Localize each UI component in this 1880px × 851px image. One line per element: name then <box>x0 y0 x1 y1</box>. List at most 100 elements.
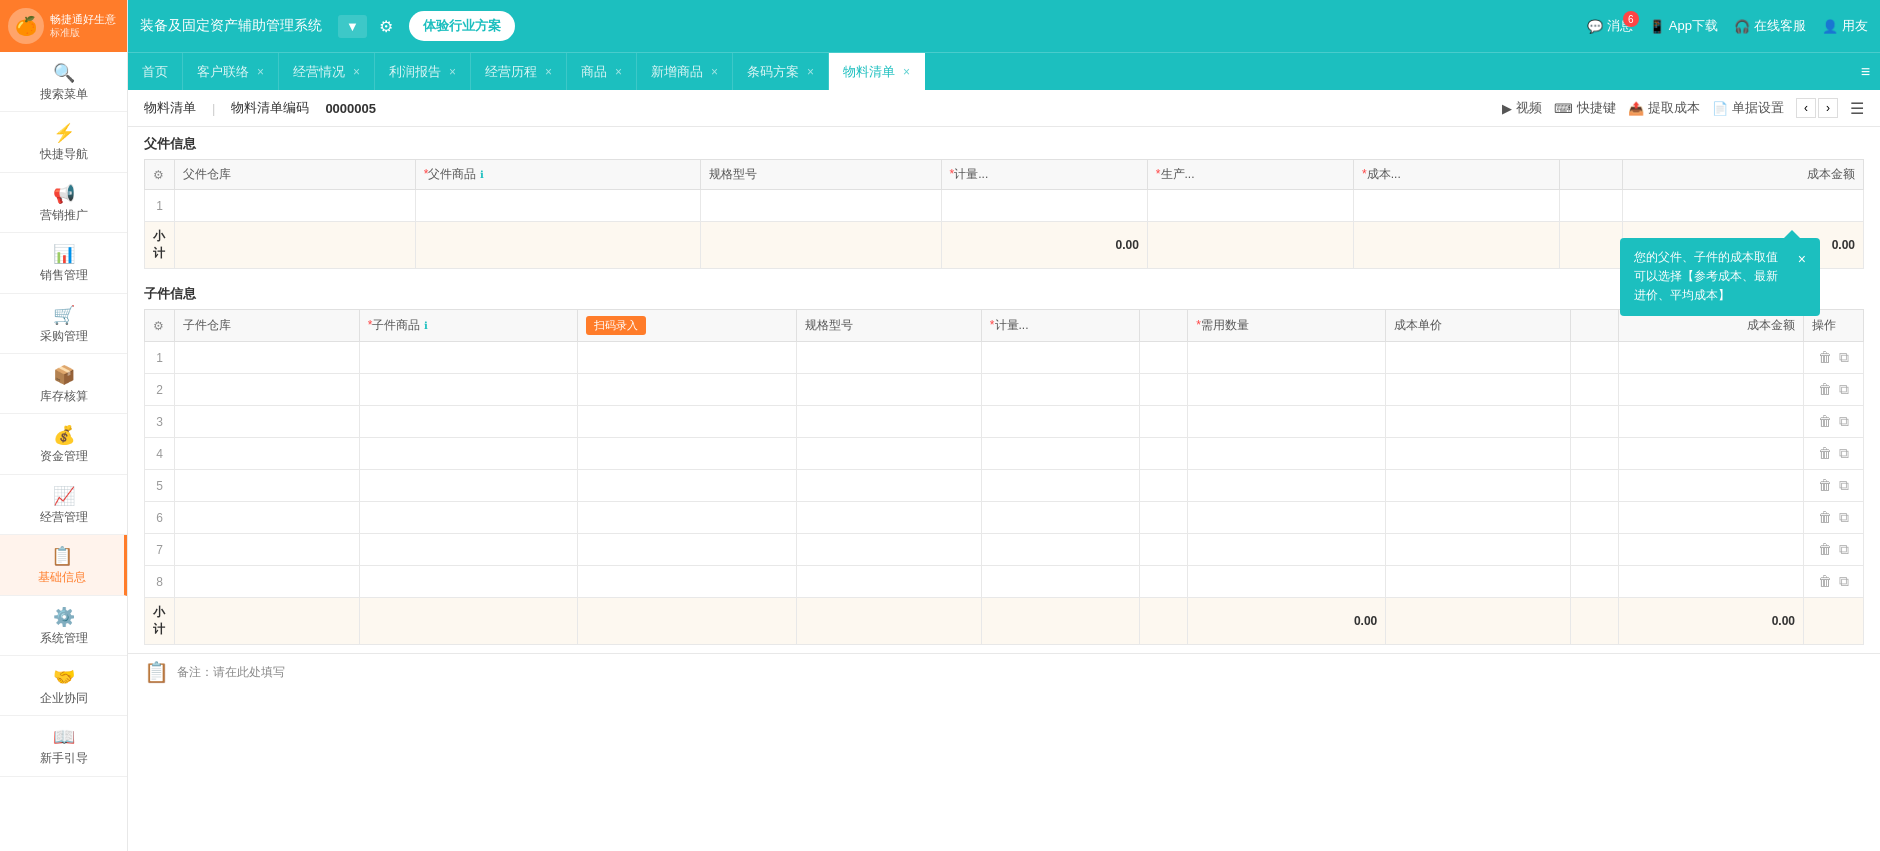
delete-row-8-button[interactable]: 🗑 <box>1818 573 1832 589</box>
settings-icon[interactable]: ⚙ <box>153 168 164 182</box>
copy-row-8-button[interactable]: ⧉ <box>1839 573 1849 589</box>
sidebar-item-sales[interactable]: 📊 销售管理 <box>0 233 127 293</box>
sidebar-item-collab[interactable]: 🤝 企业协同 <box>0 656 127 716</box>
sidebar-item-operations[interactable]: 📈 经营管理 <box>0 475 127 535</box>
tab-profit[interactable]: 利润报告 × <box>375 53 471 91</box>
child-row-6-warehouse[interactable] <box>175 502 360 534</box>
copy-row-3-button[interactable]: ⧉ <box>1839 413 1849 429</box>
online-service-button[interactable]: 🎧 在线客服 <box>1734 17 1806 35</box>
child-row-8-unit[interactable] <box>981 566 1139 598</box>
user-button[interactable]: 👤 用友 <box>1822 17 1868 35</box>
system-dropdown-button[interactable]: ▼ <box>338 15 367 38</box>
child-row-6-spec[interactable] <box>797 502 982 534</box>
child-row-6-unit-cost[interactable] <box>1386 502 1571 534</box>
child-row-6-qty[interactable] <box>1188 502 1386 534</box>
delete-row-1-button[interactable]: 🗑 <box>1818 349 1832 365</box>
message-button[interactable]: 💬 消息 6 <box>1587 17 1633 35</box>
copy-row-7-button[interactable]: ⧉ <box>1839 541 1849 557</box>
child-row-3-warehouse[interactable] <box>175 406 360 438</box>
child-row-1-warehouse[interactable] <box>175 342 360 374</box>
child-row-2-unit[interactable] <box>981 374 1139 406</box>
child-row-1-unit-cost[interactable] <box>1386 342 1571 374</box>
tab-goods-close[interactable]: × <box>615 65 622 79</box>
shortcut-button[interactable]: ⌨ 快捷键 <box>1554 99 1616 117</box>
child-row-3-unit-cost[interactable] <box>1386 406 1571 438</box>
delete-row-4-button[interactable]: 🗑 <box>1818 445 1832 461</box>
tooltip-close-button[interactable]: × <box>1798 248 1806 270</box>
child-row-7-warehouse[interactable] <box>175 534 360 566</box>
child-product-info-icon[interactable]: ℹ <box>424 320 428 331</box>
parent-row-1-warehouse[interactable] <box>175 190 416 222</box>
experience-button[interactable]: 体验行业方案 <box>409 11 515 41</box>
child-row-6-unit[interactable] <box>981 502 1139 534</box>
child-row-7-qty[interactable] <box>1188 534 1386 566</box>
sidebar-item-marketing[interactable]: 📢 营销推广 <box>0 173 127 233</box>
extract-cost-button[interactable]: 📤 提取成本 <box>1628 99 1700 117</box>
child-row-2-spec[interactable] <box>797 374 982 406</box>
tab-goods[interactable]: 商品 × <box>567 53 637 91</box>
tab-home[interactable]: 首页 <box>128 53 183 91</box>
child-row-4-qty[interactable] <box>1188 438 1386 470</box>
parent-row-1-cost[interactable] <box>1354 190 1560 222</box>
child-row-1-unit[interactable] <box>981 342 1139 374</box>
child-row-4-product[interactable] <box>359 438 578 470</box>
child-row-1-spec[interactable] <box>797 342 982 374</box>
tab-addgoods[interactable]: 新增商品 × <box>637 53 733 91</box>
child-row-8-unit-cost[interactable] <box>1386 566 1571 598</box>
delete-row-5-button[interactable]: 🗑 <box>1818 477 1832 493</box>
tab-addgoods-close[interactable]: × <box>711 65 718 79</box>
sidebar-item-purchase[interactable]: 🛒 采购管理 <box>0 294 127 354</box>
child-row-7-unit-cost[interactable] <box>1386 534 1571 566</box>
sidebar-item-search[interactable]: 🔍 搜索菜单 <box>0 52 127 112</box>
menu-icon[interactable]: ☰ <box>1850 99 1864 118</box>
child-row-2-product[interactable] <box>359 374 578 406</box>
parent-row-1-unit[interactable] <box>941 190 1147 222</box>
parent-col-settings[interactable]: ⚙ <box>145 160 175 190</box>
app-download-button[interactable]: 📱 App下载 <box>1649 17 1718 35</box>
child-row-3-spec[interactable] <box>797 406 982 438</box>
child-row-4-spec[interactable] <box>797 438 982 470</box>
delete-row-7-button[interactable]: 🗑 <box>1818 541 1832 557</box>
parent-row-1-product[interactable] <box>415 190 700 222</box>
tab-customer[interactable]: 客户联络 × <box>183 53 279 91</box>
child-row-7-spec[interactable] <box>797 534 982 566</box>
child-col-settings[interactable]: ⚙ <box>145 310 175 342</box>
sidebar-item-guide[interactable]: 📖 新手引导 <box>0 716 127 776</box>
prev-record-button[interactable]: ‹ <box>1796 98 1816 118</box>
child-row-4-unit[interactable] <box>981 438 1139 470</box>
next-record-button[interactable]: › <box>1818 98 1838 118</box>
sidebar-item-system[interactable]: ⚙️ 系统管理 <box>0 596 127 656</box>
child-row-5-spec[interactable] <box>797 470 982 502</box>
tab-customer-close[interactable]: × <box>257 65 264 79</box>
close-all-tabs-button[interactable]: ≡ <box>1851 63 1880 81</box>
child-row-5-unit-cost[interactable] <box>1386 470 1571 502</box>
sidebar-item-quicknav[interactable]: ⚡ 快捷导航 <box>0 112 127 172</box>
delete-row-6-button[interactable]: 🗑 <box>1818 509 1832 525</box>
sidebar-item-finance[interactable]: 💰 资金管理 <box>0 414 127 474</box>
copy-row-5-button[interactable]: ⧉ <box>1839 477 1849 493</box>
child-row-8-spec[interactable] <box>797 566 982 598</box>
sidebar-item-basicinfo[interactable]: 📋 基础信息 <box>0 535 127 595</box>
copy-row-6-button[interactable]: ⧉ <box>1839 509 1849 525</box>
tab-barcode-close[interactable]: × <box>807 65 814 79</box>
copy-row-2-button[interactable]: ⧉ <box>1839 381 1849 397</box>
tab-profit-close[interactable]: × <box>449 65 456 79</box>
delete-row-3-button[interactable]: 🗑 <box>1818 413 1832 429</box>
child-row-1-qty[interactable] <box>1188 342 1386 374</box>
child-row-5-unit[interactable] <box>981 470 1139 502</box>
child-row-7-product[interactable] <box>359 534 578 566</box>
child-row-2-unit-cost[interactable] <box>1386 374 1571 406</box>
delete-row-2-button[interactable]: 🗑 <box>1818 381 1832 397</box>
parent-product-info-icon[interactable]: ℹ <box>480 169 484 180</box>
tab-bom[interactable]: 物料清单 × <box>829 53 925 91</box>
gear-icon[interactable]: ⚙ <box>379 17 393 36</box>
copy-row-4-button[interactable]: ⧉ <box>1839 445 1849 461</box>
tab-operations[interactable]: 经营情况 × <box>279 53 375 91</box>
tab-bom-close[interactable]: × <box>903 65 910 79</box>
child-row-8-product[interactable] <box>359 566 578 598</box>
child-row-5-warehouse[interactable] <box>175 470 360 502</box>
sidebar-item-inventory[interactable]: 📦 库存核算 <box>0 354 127 414</box>
scan-input-button[interactable]: 扫码录入 <box>586 316 646 335</box>
copy-row-1-button[interactable]: ⧉ <box>1839 349 1849 365</box>
tab-history-close[interactable]: × <box>545 65 552 79</box>
